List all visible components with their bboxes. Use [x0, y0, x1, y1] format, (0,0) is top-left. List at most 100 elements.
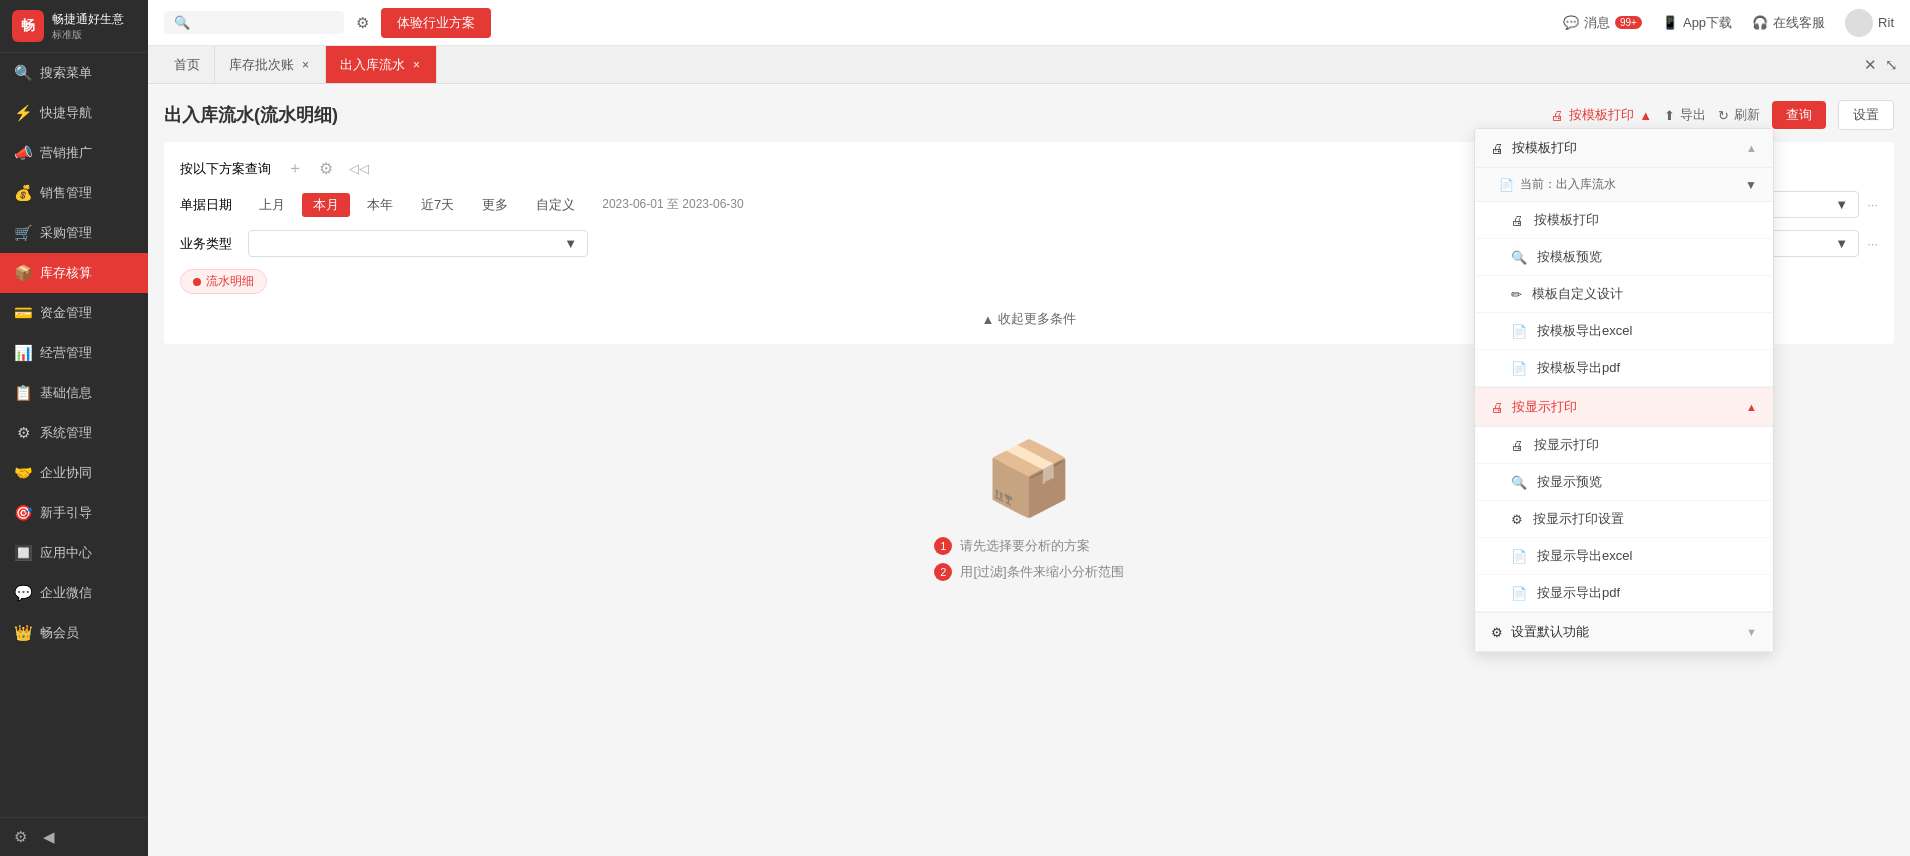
template-preview-icon: 🔍 [1511, 250, 1527, 265]
sidebar-item-purchase[interactable]: 🛒 采购管理 [0, 213, 148, 253]
app-download-btn[interactable]: 📱 App下载 [1662, 14, 1732, 32]
system-icon: ⚙ [14, 424, 32, 442]
dropdown-item-display-pdf[interactable]: 📄 按显示导出pdf [1475, 575, 1773, 612]
display-pdf-icon: 📄 [1511, 586, 1527, 601]
date-tag-this-month[interactable]: 本月 [302, 193, 350, 217]
sidebar-item-label-member: 畅会员 [40, 624, 79, 642]
sidebar-nav: 🔍 搜索菜单 ⚡ 快捷导航 📣 营销推广 💰 销售管理 🛒 采购管理 📦 库存核… [0, 53, 148, 817]
message-btn[interactable]: 💬 消息 99+ [1563, 14, 1642, 32]
enterprise-icon: 🤝 [14, 464, 32, 482]
tab-flow-close[interactable]: × [411, 58, 422, 72]
print-dropdown-panel: 🖨 按模板打印 ▲ 📄 当前：出入库流水 ▼ [1474, 128, 1774, 653]
empty-step-2: 2 用[过滤]条件来缩小分析范围 [934, 563, 1123, 581]
display-settings-label: 按显示打印设置 [1533, 510, 1624, 528]
sidebar-item-member[interactable]: 👑 畅会员 [0, 613, 148, 653]
page-actions: 🖨 按模板打印 ▲ ⬆ 导出 ↻ 刷新 🖨 [1551, 100, 1894, 130]
expand-window-btn[interactable]: ⤡ [1885, 56, 1898, 74]
empty-illustration: 📦 [984, 436, 1074, 521]
business-type-select[interactable]: ▼ [248, 230, 588, 257]
add-scheme-btn[interactable]: ＋ [287, 158, 303, 179]
date-tag-custom[interactable]: 自定义 [525, 193, 586, 217]
sidebar-item-finance[interactable]: 💳 资金管理 [0, 293, 148, 333]
dropdown-template-section-header[interactable]: 🖨 按模板打印 ▲ [1475, 129, 1773, 168]
sidebar-item-search[interactable]: 🔍 搜索菜单 [0, 53, 148, 93]
topbar-search-box[interactable]: 🔍 [164, 11, 344, 34]
display-print-icon: 🖨 [1511, 438, 1524, 453]
template-pdf-label: 按模板导出pdf [1537, 359, 1620, 377]
sidebar-item-basic[interactable]: 📋 基础信息 [0, 373, 148, 413]
guide-icon: 🎯 [14, 504, 32, 522]
collapse-left-icon[interactable]: ◁◁ [349, 161, 369, 176]
service-btn[interactable]: 🎧 在线客服 [1752, 14, 1825, 32]
template-preview-label: 按模板预览 [1537, 248, 1602, 266]
collapse-label: 收起更多条件 [998, 310, 1076, 328]
display-print-label: 按显示打印 [1534, 436, 1599, 454]
marketing-icon: 📣 [14, 144, 32, 162]
bill-type-more-btn[interactable]: ··· [1867, 197, 1878, 212]
sidebar-item-app-center[interactable]: 🔲 应用中心 [0, 533, 148, 573]
display-preview-label: 按显示预览 [1537, 473, 1602, 491]
sidebar-item-wechat[interactable]: 💬 企业微信 [0, 573, 148, 613]
display-settings-icon: ⚙ [1511, 512, 1523, 527]
sidebar-item-label-operations: 经营管理 [40, 344, 92, 362]
tab-batch-close[interactable]: × [300, 58, 311, 72]
display-preview-icon: 🔍 [1511, 475, 1527, 490]
dropdown-item-template-print[interactable]: 🖨 按模板打印 [1475, 202, 1773, 239]
settings-btn[interactable]: 设置 [1838, 100, 1894, 130]
dropdown-display-section-header[interactable]: 🖨 按显示打印 ▲ [1475, 387, 1773, 427]
filter-chip-flow[interactable]: 流水明细 [180, 269, 267, 294]
collapse-sidebar-icon[interactable]: ◀ [43, 828, 55, 846]
dropdown-item-display-preview[interactable]: 🔍 按显示预览 [1475, 464, 1773, 501]
sidebar-item-inventory[interactable]: 📦 库存核算 [0, 253, 148, 293]
sidebar-item-label-quick-nav: 快捷导航 [40, 104, 92, 122]
refresh-btn[interactable]: ↻ 刷新 [1718, 106, 1760, 124]
dropdown-item-template-custom[interactable]: ✏ 模板自定义设计 [1475, 276, 1773, 313]
close-window-btn[interactable]: ✕ [1864, 56, 1877, 74]
user-avatar-btn[interactable]: Rit [1845, 9, 1894, 37]
date-tag-7days[interactable]: 近7天 [410, 193, 465, 217]
dropdown-item-template-preview[interactable]: 🔍 按模板预览 [1475, 239, 1773, 276]
tab-flow[interactable]: 出入库流水 × [326, 46, 437, 83]
sidebar-item-sales[interactable]: 💰 销售管理 [0, 173, 148, 213]
trial-btn[interactable]: 体验行业方案 [381, 8, 491, 38]
warehouse-more-btn[interactable]: ··· [1867, 236, 1878, 251]
template-section-label: 按模板打印 [1512, 139, 1577, 157]
dropdown-settings-section-header[interactable]: ⚙ 设置默认功能 ▼ [1475, 612, 1773, 652]
tab-home[interactable]: 首页 [160, 46, 215, 83]
sidebar-item-guide[interactable]: 🎯 新手引导 [0, 493, 148, 533]
sidebar-item-enterprise[interactable]: 🤝 企业协同 [0, 453, 148, 493]
dropdown-item-template-pdf[interactable]: 📄 按模板导出pdf [1475, 350, 1773, 387]
display-excel-icon: 📄 [1511, 549, 1527, 564]
tab-batch-label: 库存批次账 [229, 56, 294, 74]
topbar-gear-icon[interactable]: ⚙ [356, 14, 369, 32]
sidebar-item-label-sales: 销售管理 [40, 184, 92, 202]
print-template-btn[interactable]: 🖨 按模板打印 ▲ [1551, 106, 1652, 124]
sidebar-item-label-app-center: 应用中心 [40, 544, 92, 562]
settings-chevron-down: ▼ [1746, 626, 1757, 638]
finance-icon: 💳 [14, 304, 32, 322]
scheme-settings-icon[interactable]: ⚙ [319, 159, 333, 178]
sidebar-item-system[interactable]: ⚙ 系统管理 [0, 413, 148, 453]
settings-icon[interactable]: ⚙ [14, 828, 27, 846]
collapse-more-btn[interactable]: ▲ 收起更多条件 [982, 310, 1077, 328]
date-tag-more[interactable]: 更多 [471, 193, 519, 217]
dropdown-item-display-excel[interactable]: 📄 按显示导出excel [1475, 538, 1773, 575]
page-header: 出入库流水(流水明细) 🖨 按模板打印 ▲ ⬆ 导出 ↻ 刷新 [164, 100, 1894, 130]
display-chevron-up: ▲ [1746, 401, 1757, 413]
date-tag-prev-month[interactable]: 上月 [248, 193, 296, 217]
search-input[interactable] [196, 15, 316, 30]
dropdown-item-display-print[interactable]: 🖨 按显示打印 [1475, 427, 1773, 464]
sidebar-item-marketing[interactable]: 📣 营销推广 [0, 133, 148, 173]
dropdown-current-template[interactable]: 📄 当前：出入库流水 ▼ [1475, 168, 1773, 202]
tab-batch[interactable]: 库存批次账 × [215, 46, 326, 83]
query-btn[interactable]: 查询 [1772, 101, 1826, 129]
sidebar-item-label-finance: 资金管理 [40, 304, 92, 322]
export-btn[interactable]: ⬆ 导出 [1664, 106, 1706, 124]
sidebar-item-operations[interactable]: 📊 经营管理 [0, 333, 148, 373]
sidebar-item-quick-nav[interactable]: ⚡ 快捷导航 [0, 93, 148, 133]
date-tag-this-year[interactable]: 本年 [356, 193, 404, 217]
dropdown-item-display-settings[interactable]: ⚙ 按显示打印设置 [1475, 501, 1773, 538]
dropdown-item-template-excel[interactable]: 📄 按模板导出excel [1475, 313, 1773, 350]
current-template-label: 当前：出入库流水 [1520, 176, 1616, 193]
display-excel-label: 按显示导出excel [1537, 547, 1632, 565]
